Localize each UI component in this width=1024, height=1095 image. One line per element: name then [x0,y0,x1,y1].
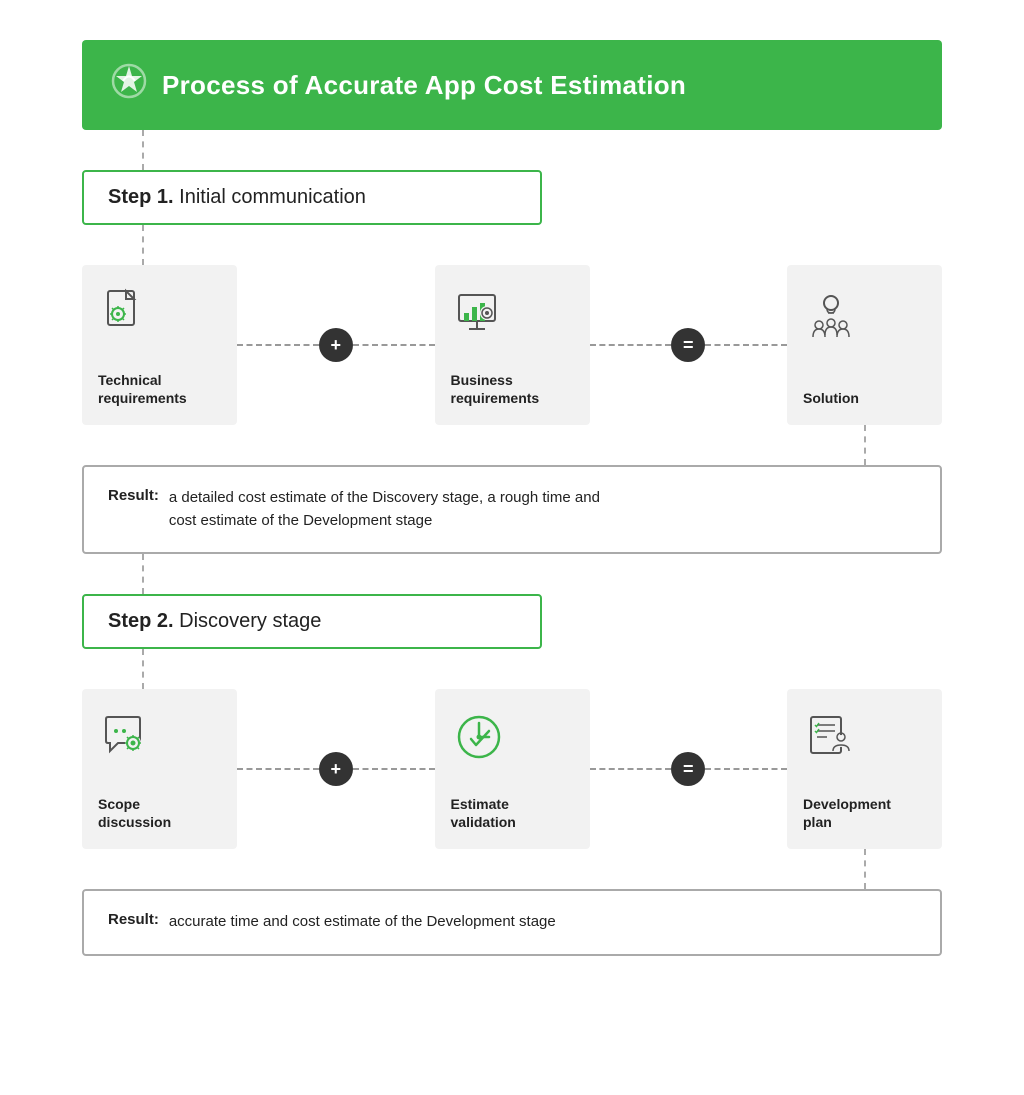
card-business-requirements: Businessrequirements [435,265,590,425]
card-estimate-validation-label: Estimatevalidation [451,795,516,831]
main-container: Process of Accurate App Cost Estimation … [82,40,942,956]
dashed-line [705,768,787,770]
plus-circle-2: + [319,752,353,786]
v-connector-3 [864,425,866,465]
card-scope-discussion: Scopediscussion [82,689,237,849]
connector-plus-1: + [237,344,435,346]
banner-title: Process of Accurate App Cost Estimation [162,70,686,101]
team-idea-icon [803,285,859,341]
result-content-2: Result: accurate time and cost estimate … [108,911,916,934]
clock-check-icon [451,709,507,765]
result-box-1: Result: a detailed cost estimate of the … [82,465,942,554]
step1-box: Step 1. Initial communication [82,170,542,225]
result-box-2: Result: accurate time and cost estimate … [82,889,942,956]
step2-box: Step 2. Discovery stage [82,594,542,649]
step1-label: Step 1. Initial communication [108,186,366,208]
v-connector-5 [142,649,144,689]
cards-row-1: Technicalrequirements + [82,265,942,425]
result-text-1: a detailed cost estimate of the Discover… [169,487,600,532]
dashed-line [590,344,672,346]
result-text-2: accurate time and cost estimate of the D… [169,911,556,934]
header-banner: Process of Accurate App Cost Estimation [82,40,942,130]
card-development-plan-label: Developmentplan [803,795,891,831]
connector-equals-2: = [590,768,788,770]
connector-equals-1: = [590,344,788,346]
dashed-line [590,768,672,770]
v-connector-2 [142,225,144,265]
card-technical-requirements: Technicalrequirements [82,265,237,425]
v-connector-6 [864,849,866,889]
dashed-line [353,344,435,346]
card-development-plan: Developmentplan [787,689,942,849]
equals-circle-2: = [671,752,705,786]
dashed-line [237,344,319,346]
banner-icon [110,62,148,108]
v-connector-4 [142,554,144,594]
card-technical-requirements-label: Technicalrequirements [98,371,187,407]
dashed-line [705,344,787,346]
card-business-requirements-label: Businessrequirements [451,371,540,407]
card-scope-discussion-label: Scopediscussion [98,795,171,831]
dashed-line [353,768,435,770]
card-solution: Solution [787,265,942,425]
result-label-1: Result: [108,487,159,532]
chart-presentation-icon [451,285,507,341]
dashed-line [237,768,319,770]
step2-label: Step 2. Discovery stage [108,610,321,632]
card-estimate-validation: Estimatevalidation [435,689,590,849]
list-person-icon [803,709,859,765]
result-content-1: Result: a detailed cost estimate of the … [108,487,916,532]
plus-circle-1: + [319,328,353,362]
result-label-2: Result: [108,911,159,934]
file-gear-icon [98,285,154,341]
v-connector-1 [142,130,144,170]
cards-row-2: Scopediscussion + Estimatevalidation [82,689,942,849]
card-solution-label: Solution [803,389,859,407]
equals-circle-1: = [671,328,705,362]
chat-gear-icon [98,709,154,765]
connector-plus-2: + [237,768,435,770]
